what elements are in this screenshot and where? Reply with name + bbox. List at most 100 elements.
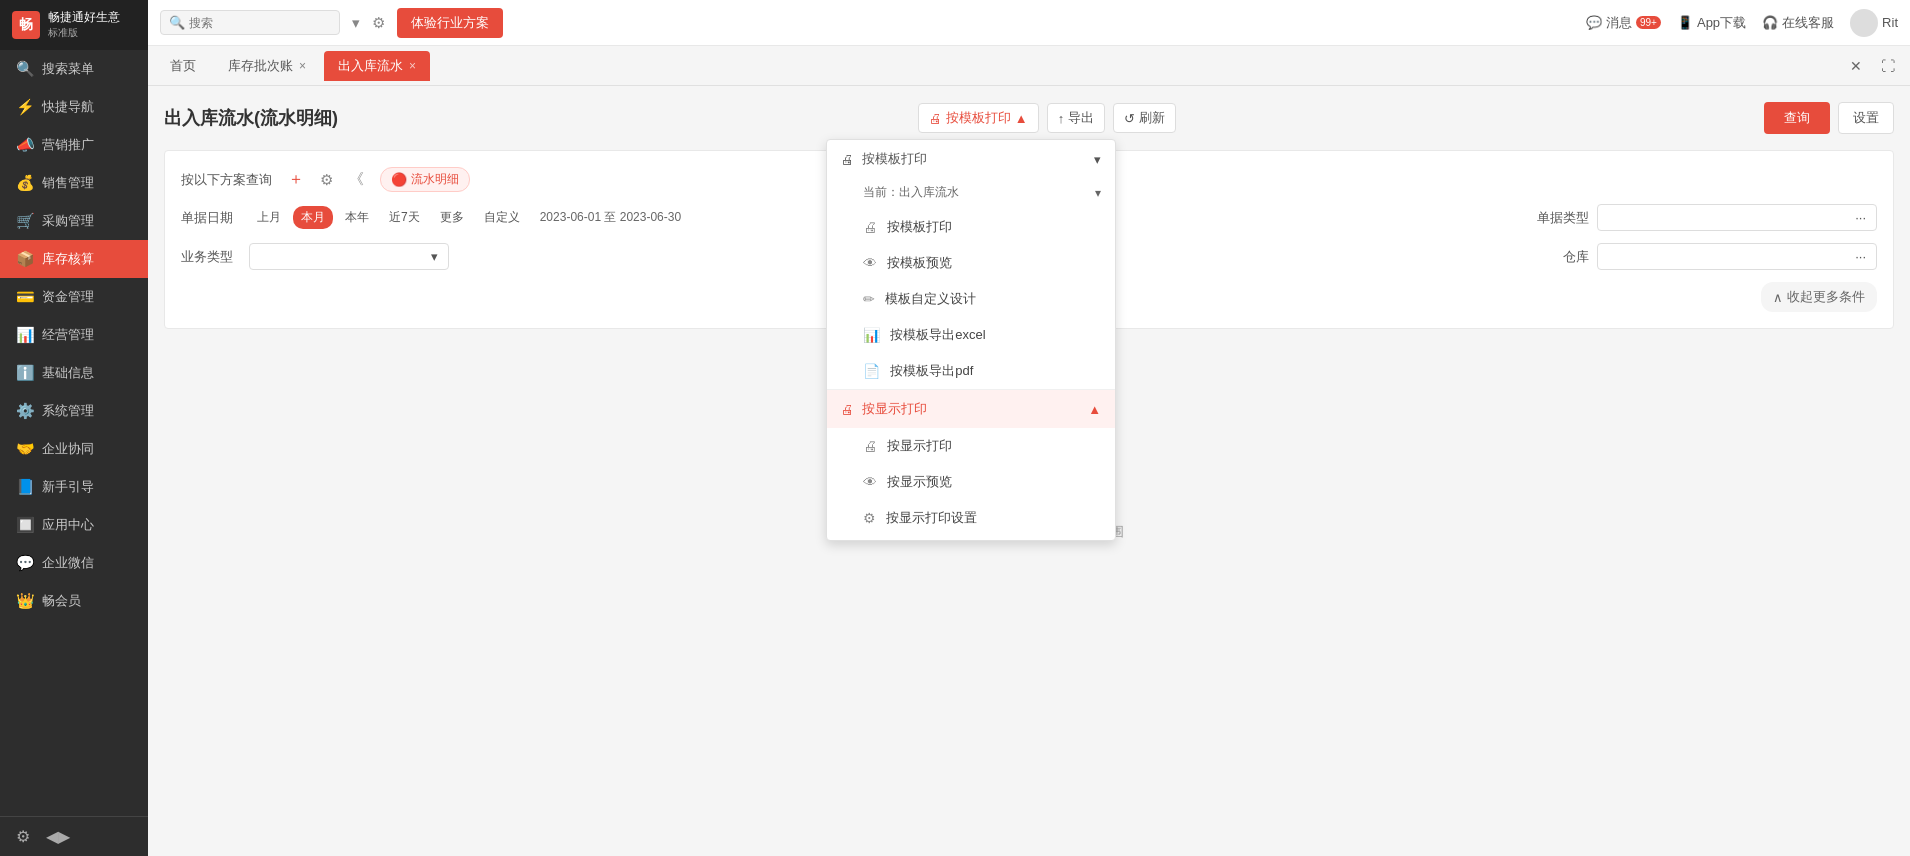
display-print-item[interactable]: 🖨 按显示打印	[827, 428, 1115, 464]
filter-settings-icon[interactable]: ⚙	[320, 171, 333, 189]
template-custom-item[interactable]: ✏ 模板自定义设计	[827, 281, 1115, 317]
date-last-month[interactable]: 上月	[249, 206, 289, 229]
settings-button[interactable]: 设置	[1838, 102, 1894, 134]
tab-label: 首页	[170, 57, 196, 75]
sidebar-item-wechat[interactable]: 💬 企业微信	[0, 544, 148, 582]
item-label: 按显示打印	[887, 437, 952, 455]
trial-button[interactable]: 体验行业方案	[397, 8, 503, 38]
template-pdf-item[interactable]: 📄 按模板导出pdf	[827, 353, 1115, 389]
tab-label: 出入库流水	[338, 57, 403, 75]
inventory-icon: 📦	[16, 250, 34, 268]
gear-icon[interactable]: ⚙	[368, 10, 389, 36]
warehouse-select[interactable]: ···	[1597, 243, 1877, 270]
quick-nav-icon: ⚡	[16, 98, 34, 116]
sales-icon: 💰	[16, 174, 34, 192]
more-icon: ···	[1855, 210, 1866, 225]
sidebar-item-inventory[interactable]: 📦 库存核算	[0, 240, 148, 278]
chevron-down-icon[interactable]: ▾	[348, 10, 364, 36]
close-tab-button[interactable]: ✕	[1842, 52, 1870, 80]
sidebar-item-finance[interactable]: 💳 资金管理	[0, 278, 148, 316]
apps-icon: 🔲	[16, 516, 34, 534]
app-download-button[interactable]: 📱 App下载	[1677, 14, 1746, 32]
tab-close-icon[interactable]: ×	[299, 59, 306, 73]
online-service-button[interactable]: 🎧 在线客服	[1762, 14, 1834, 32]
tabbar: 首页库存批次账× 出入库流水 × ✕ ⛶	[148, 46, 1910, 86]
query-actions: 查询 设置	[1764, 102, 1894, 134]
sidebar-item-label: 销售管理	[42, 174, 94, 192]
date-custom[interactable]: 自定义	[476, 206, 528, 229]
sidebar-item-member[interactable]: 👑 畅会员	[0, 582, 148, 620]
item-label: 按显示打印设置	[886, 509, 977, 527]
print-button[interactable]: 🖨 按模板打印 ▲	[918, 103, 1039, 133]
sidebar-item-purchase[interactable]: 🛒 采购管理	[0, 202, 148, 240]
printer-icon: 🖨	[863, 438, 877, 454]
message-button[interactable]: 💬 消息 99+	[1586, 14, 1661, 32]
page-header: 出入库流水(流水明细) 🖨 按模板打印 ▲ ↑ 导出 ↺ 刷新	[164, 102, 1894, 134]
tab-flow[interactable]: 出入库流水 ×	[324, 51, 430, 81]
sidebar-item-label: 新手引导	[42, 478, 94, 496]
chevron-down-icon-sub[interactable]: ▾	[1095, 186, 1101, 200]
voucher-type-select[interactable]: ···	[1597, 204, 1877, 231]
display-excel-item[interactable]: 📊 按显示导出excel	[827, 536, 1115, 540]
item-label: 按模板导出excel	[890, 326, 985, 344]
tab-close-icon[interactable]: ×	[409, 59, 416, 73]
template-excel-item[interactable]: 📊 按模板导出excel	[827, 317, 1115, 353]
collapse-button[interactable]: ∧ 收起更多条件	[1761, 282, 1877, 312]
filter-tag-label: 流水明细	[411, 171, 459, 188]
sidebar-collapse-icon[interactable]: ◀▶	[46, 827, 70, 846]
search-input[interactable]	[189, 16, 309, 30]
sidebar-item-cooperation[interactable]: 🤝 企业协同	[0, 430, 148, 468]
template-print-item[interactable]: 🖨 按模板打印	[827, 209, 1115, 245]
topbar-right: 💬 消息 99+ 📱 App下载 🎧 在线客服 Rit	[1586, 9, 1898, 37]
purchase-icon: 🛒	[16, 212, 34, 230]
tab-inventory-batch[interactable]: 库存批次账×	[214, 51, 320, 81]
sidebar-item-sales[interactable]: 💰 销售管理	[0, 164, 148, 202]
tab-home[interactable]: 首页	[156, 51, 210, 81]
logo-title: 畅捷通好生意	[48, 10, 120, 26]
add-filter-icon[interactable]: ＋	[288, 169, 304, 190]
export-button[interactable]: ↑ 导出	[1047, 103, 1106, 133]
user-avatar-area[interactable]: Rit	[1850, 9, 1898, 37]
sidebar-item-label: 快捷导航	[42, 98, 94, 116]
export-icon: ↑	[1058, 111, 1065, 126]
refresh-button[interactable]: ↺ 刷新	[1113, 103, 1176, 133]
filter-collapse-icon[interactable]: 《	[349, 170, 364, 189]
app-download-icon: 📱	[1677, 15, 1693, 30]
display-preview-item[interactable]: 👁 按显示预览	[827, 464, 1115, 500]
sidebar-item-system[interactable]: ⚙️ 系统管理	[0, 392, 148, 430]
chevron-up-icon: ∧	[1773, 290, 1783, 305]
sidebar-item-search[interactable]: 🔍 搜索菜单	[0, 50, 148, 88]
date-this-year[interactable]: 本年	[337, 206, 377, 229]
display-print-header[interactable]: 🖨 按显示打印 ▲	[827, 390, 1115, 428]
sidebar-item-basic[interactable]: ℹ️ 基础信息	[0, 354, 148, 392]
basic-icon: ℹ️	[16, 364, 34, 382]
sidebar-item-marketing[interactable]: 📣 营销推广	[0, 126, 148, 164]
template-print-header[interactable]: 🖨 按模板打印 ▾	[827, 140, 1115, 178]
sidebar-item-apps[interactable]: 🔲 应用中心	[0, 506, 148, 544]
printer-icon: 🖨	[863, 219, 877, 235]
sidebar-item-label: 采购管理	[42, 212, 94, 230]
template-preview-item[interactable]: 👁 按模板预览	[827, 245, 1115, 281]
sidebar-item-label: 应用中心	[42, 516, 94, 534]
maximize-button[interactable]: ⛶	[1874, 52, 1902, 80]
item-label: 按模板导出pdf	[890, 362, 973, 380]
tag-icon: 🔴	[391, 172, 407, 187]
date-more[interactable]: 更多	[432, 206, 472, 229]
business-type-label: 业务类型	[181, 248, 233, 266]
date-this-month[interactable]: 本月	[293, 206, 333, 229]
date-last-7-days[interactable]: 近7天	[381, 206, 428, 229]
sidebar-item-quick-nav[interactable]: ⚡ 快捷导航	[0, 88, 148, 126]
sidebar-item-guide[interactable]: 📘 新手引导	[0, 468, 148, 506]
display-settings-item[interactable]: ⚙ 按显示打印设置	[827, 500, 1115, 536]
topbar-icons: ▾ ⚙	[348, 10, 389, 36]
business-type-select[interactable]: ▾	[249, 243, 449, 270]
message-badge: 99+	[1636, 16, 1661, 29]
settings-icon[interactable]: ⚙	[16, 827, 30, 846]
main-content: 🔍 ▾ ⚙ 体验行业方案 💬 消息 99+ 📱 App下载 🎧 在线客服	[148, 0, 1910, 856]
guide-icon: 📘	[16, 478, 34, 496]
query-button[interactable]: 查询	[1764, 102, 1830, 134]
topbar-search-box[interactable]: 🔍	[160, 10, 340, 35]
filter-tag: 🔴 流水明细	[380, 167, 470, 192]
item-label: 按显示预览	[887, 473, 952, 491]
sidebar-item-operations[interactable]: 📊 经营管理	[0, 316, 148, 354]
